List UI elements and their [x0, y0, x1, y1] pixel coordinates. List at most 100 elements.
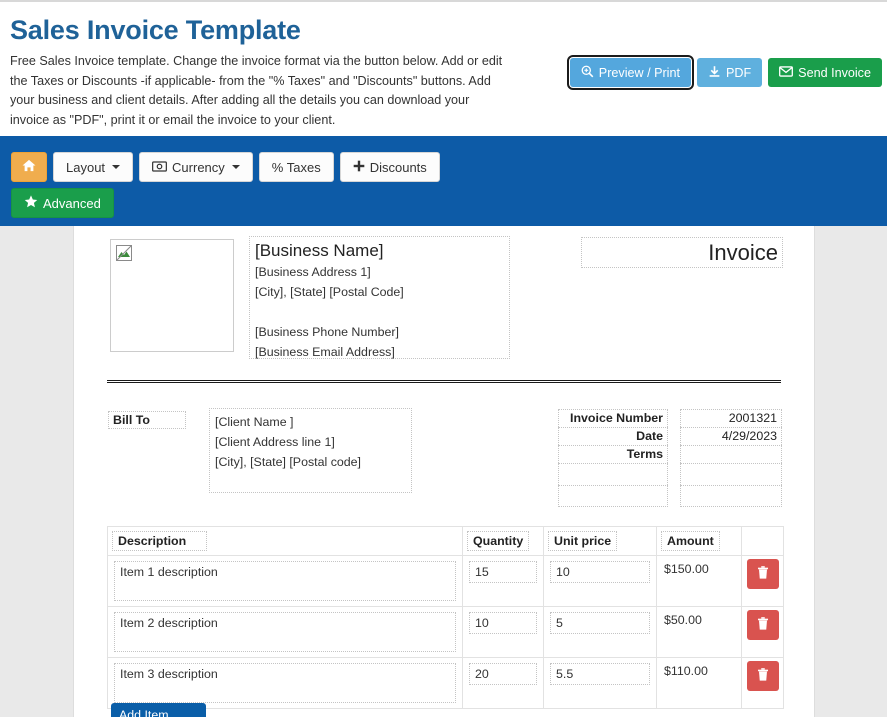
layout-dropdown[interactable]: Layout	[53, 152, 133, 182]
line-items-table: Description Quantity Unit price Amount	[107, 526, 784, 709]
send-invoice-button[interactable]: Send Invoice	[768, 58, 882, 87]
money-bill-icon	[152, 160, 167, 175]
magnifier-plus-icon	[581, 65, 594, 81]
discounts-button[interactable]: Discounts	[340, 152, 440, 182]
cell-actions	[742, 658, 784, 709]
delete-row-button[interactable]	[747, 661, 779, 691]
plus-icon	[353, 160, 365, 175]
header-cell-amount: Amount	[657, 527, 742, 556]
logo-upload-box[interactable]	[110, 239, 234, 352]
item-amount-value: $110.00	[657, 658, 741, 684]
item-amount-value: $150.00	[657, 556, 741, 582]
client-city-state-zip: [City], [State] [Postal code]	[215, 452, 406, 472]
advanced-button[interactable]: Advanced	[11, 188, 114, 218]
add-item-button[interactable]: Add Item	[111, 703, 206, 717]
delete-row-button[interactable]	[747, 559, 779, 589]
layout-label: Layout	[66, 160, 105, 175]
cell-quantity: 15	[463, 556, 544, 607]
taxes-button[interactable]: % Taxes	[259, 152, 334, 182]
item-quantity-input[interactable]: 10	[469, 612, 537, 634]
invoice-template-page: Sales Invoice Template Free Sales Invoic…	[0, 0, 887, 717]
invoice-meta-label-4[interactable]	[558, 463, 668, 485]
invoice-meta-value-5[interactable]	[680, 485, 782, 507]
business-email: [Business Email Address]	[255, 342, 504, 362]
invoice-title-box[interactable]: Invoice	[581, 237, 783, 268]
invoice-terms-label[interactable]: Terms	[558, 445, 668, 463]
item-quantity-input[interactable]: 20	[469, 663, 537, 685]
taxes-label: % Taxes	[272, 160, 321, 175]
trash-icon	[757, 566, 769, 582]
item-quantity-input[interactable]: 15	[469, 561, 537, 583]
download-icon	[708, 65, 721, 81]
invoice-meta-label-5[interactable]	[558, 485, 668, 507]
home-button[interactable]	[11, 152, 47, 182]
invoice-meta-value-4[interactable]	[680, 463, 782, 485]
column-header-amount[interactable]: Amount	[661, 531, 720, 551]
cell-description: Item 1 description	[108, 556, 463, 607]
currency-label: Currency	[172, 160, 225, 175]
header-cell-quantity: Quantity	[463, 527, 544, 556]
toolbar: Layout Currency % Taxes	[0, 136, 887, 226]
cell-unit-price: 10	[544, 556, 657, 607]
cell-description: Item 3 description	[108, 658, 463, 709]
cell-amount: $110.00	[657, 658, 742, 709]
action-buttons: Preview / Print PDF Send	[570, 58, 882, 87]
cell-description: Item 2 description	[108, 607, 463, 658]
invoice-body: [Business Name] [Business Address 1] [Ci…	[74, 226, 816, 717]
client-address-1: [Client Address line 1]	[215, 432, 406, 452]
page-title: Sales Invoice Template	[10, 15, 301, 46]
cell-amount: $150.00	[657, 556, 742, 607]
invoice-number-value[interactable]: 2001321	[680, 409, 782, 427]
currency-dropdown[interactable]: Currency	[139, 152, 253, 182]
table-header-row: Description Quantity Unit price Amount	[108, 527, 784, 556]
trash-icon	[757, 668, 769, 684]
advanced-label: Advanced	[43, 196, 101, 211]
pdf-label: PDF	[726, 66, 751, 80]
table-row: Item 3 description 20 5.5 $110.00	[108, 658, 784, 709]
business-phone: [Business Phone Number]	[255, 322, 504, 342]
item-unit-price-input[interactable]: 5.5	[550, 663, 650, 685]
invoice-terms-value[interactable]	[680, 445, 782, 463]
invoice-meta-labels: Invoice Number Date Terms	[558, 409, 668, 507]
invoice-meta-values: 2001321 4/29/2023	[680, 409, 782, 507]
preview-print-label: Preview / Print	[599, 66, 680, 80]
item-unit-price-input[interactable]: 10	[550, 561, 650, 583]
delete-row-button[interactable]	[747, 610, 779, 640]
business-name: [Business Name]	[255, 240, 504, 262]
preview-print-button[interactable]: Preview / Print	[570, 58, 691, 87]
client-info-block[interactable]: [Client Name ] [Client Address line 1] […	[209, 408, 412, 493]
table-row: Item 2 description 10 5 $50.00	[108, 607, 784, 658]
page-description: Free Sales Invoice template. Change the …	[10, 52, 510, 130]
discounts-label: Discounts	[370, 160, 427, 175]
section-divider	[107, 380, 781, 383]
business-spacer	[255, 302, 504, 322]
cell-quantity: 10	[463, 607, 544, 658]
column-header-unit-price[interactable]: Unit price	[548, 531, 617, 551]
cell-amount: $50.00	[657, 607, 742, 658]
invoice-title: Invoice	[708, 240, 778, 266]
client-name: [Client Name ]	[215, 412, 406, 432]
business-info-block[interactable]: [Business Name] [Business Address 1] [Ci…	[249, 236, 510, 359]
cell-unit-price: 5.5	[544, 658, 657, 709]
column-header-description[interactable]: Description	[112, 531, 207, 551]
item-unit-price-input[interactable]: 5	[550, 612, 650, 634]
business-city-state-zip: [City], [State] [Postal Code]	[255, 282, 504, 302]
header-cell-description: Description	[108, 527, 463, 556]
chevron-down-icon	[112, 165, 120, 169]
header-cell-actions	[742, 527, 784, 556]
column-header-quantity[interactable]: Quantity	[467, 531, 529, 551]
cell-actions	[742, 556, 784, 607]
item-description-input[interactable]: Item 1 description	[114, 561, 456, 601]
invoice-number-label[interactable]: Invoice Number	[558, 409, 668, 427]
invoice-date-value[interactable]: 4/29/2023	[680, 427, 782, 445]
toolbar-row-primary: Layout Currency % Taxes	[11, 152, 446, 182]
home-icon	[22, 159, 36, 175]
item-description-input[interactable]: Item 2 description	[114, 612, 456, 652]
pdf-button[interactable]: PDF	[697, 58, 762, 87]
invoice-date-label[interactable]: Date	[558, 427, 668, 445]
intro-section: Sales Invoice Template Free Sales Invoic…	[0, 2, 887, 136]
item-description-input[interactable]: Item 3 description	[114, 663, 456, 703]
table-row: Item 1 description 15 10 $150.00	[108, 556, 784, 607]
cell-actions	[742, 607, 784, 658]
bill-to-label[interactable]: Bill To	[108, 411, 186, 429]
